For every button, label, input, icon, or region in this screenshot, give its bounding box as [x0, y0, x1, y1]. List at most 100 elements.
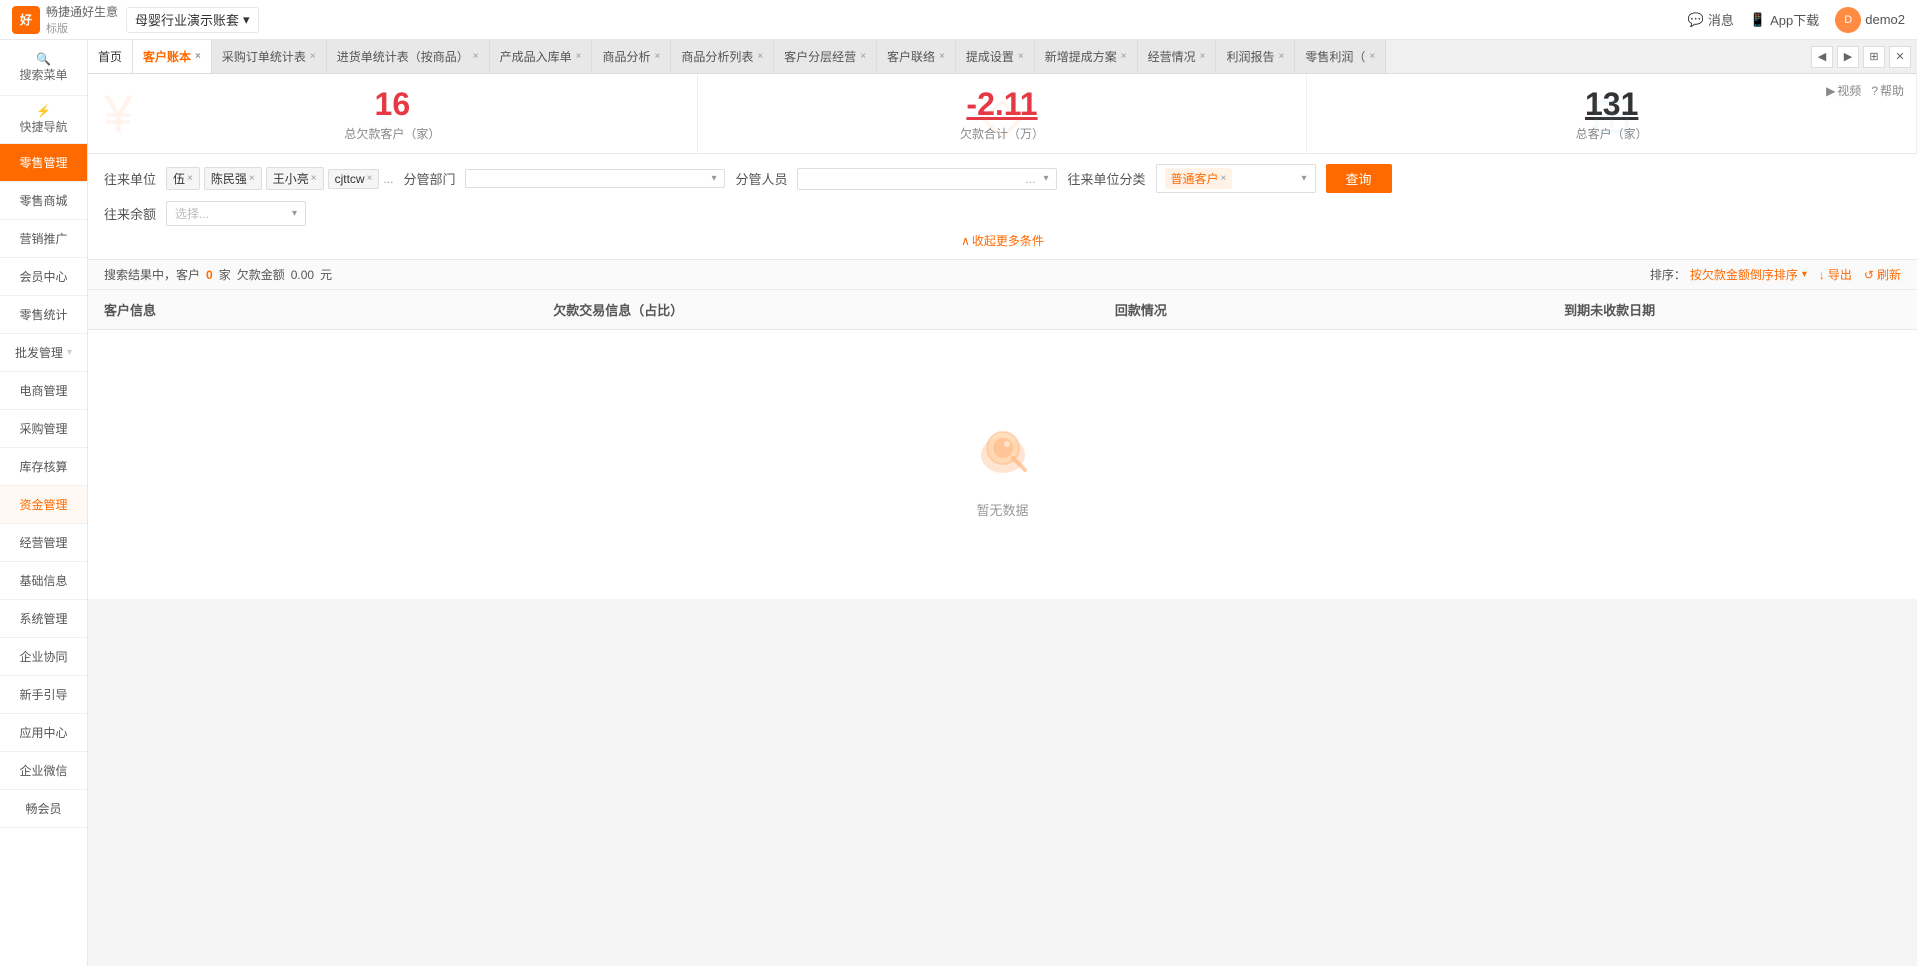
refresh-btn[interactable]: ↺ 刷新 [1864, 266, 1901, 283]
sidebar-item-purchase[interactable]: 采购管理 [0, 410, 87, 448]
tab-goods-analysis-list-close[interactable]: × [757, 51, 763, 62]
tab-goods-analysis[interactable]: 商品分析 × [592, 40, 671, 74]
tab-purchase-order-stat[interactable]: 采购订单统计表 × [212, 40, 327, 74]
tab-profit-report-close[interactable]: × [1278, 51, 1284, 62]
search-prefix: 搜索结果中，客户 [104, 266, 200, 283]
quick-nav-label: 快捷导航 [0, 118, 87, 135]
query-btn[interactable]: 查询 [1326, 164, 1392, 193]
workspace-label: 母婴行业演示账套 [135, 10, 239, 29]
balance-dropdown[interactable]: 选择... ▾ [166, 201, 306, 226]
tab-inbound-stat-close[interactable]: × [473, 51, 479, 62]
tab-customer-segment-close[interactable]: × [860, 51, 866, 62]
tab-goods-analysis-list[interactable]: 商品分析列表 × [671, 40, 774, 74]
stat-debt-amount: ◇ -2.11 欠款合计（万） [698, 74, 1308, 153]
messages-btn[interactable]: 💬 消息 [1688, 10, 1734, 29]
col-debt-header: 欠款交易信息（占比） [553, 300, 1115, 319]
tab-ops-status[interactable]: 经营情况 × [1138, 40, 1217, 74]
sidebar-item-wholesale[interactable]: 批发管理 ▾ [0, 334, 87, 372]
sidebar-item-enterprise[interactable]: 企业协同 [0, 638, 87, 676]
tab-new-promotion-close[interactable]: × [1121, 51, 1127, 62]
tab-customer-contact-close[interactable]: × [939, 51, 945, 62]
tab-customer-segment[interactable]: 客户分层经营 × [774, 40, 877, 74]
more-tags[interactable]: ... [383, 172, 393, 186]
filter-tag-1-remove[interactable]: × [187, 173, 193, 184]
enterprise-label: 企业协同 [0, 648, 87, 665]
tab-inbound-stat[interactable]: 进货单统计表（按商品） × [327, 40, 490, 74]
tab-home[interactable]: 首页 [88, 40, 133, 74]
tab-new-promotion[interactable]: 新增提成方案 × [1035, 40, 1138, 74]
export-btn[interactable]: ↓ 导出 [1819, 266, 1852, 283]
sidebar-item-vip[interactable]: 畅会员 [0, 790, 87, 828]
sidebar-item-newbie[interactable]: 新手引导 [0, 676, 87, 714]
tab-promotion-settings[interactable]: 提成设置 × [956, 40, 1035, 74]
filter-tag-3: 王小亮 × [266, 167, 324, 190]
message-icon: 💬 [1688, 12, 1704, 28]
sidebar-item-member[interactable]: 会员中心 [0, 258, 87, 296]
tab-customer-contact-label: 客户联络 [887, 48, 935, 65]
sidebar-search[interactable]: 🔍 搜索菜单 [0, 40, 87, 96]
tab-product-inbound[interactable]: 产成品入库单 × [490, 40, 593, 74]
tab-profit-report[interactable]: 利润报告 × [1216, 40, 1295, 74]
balance-arrow: ▾ [292, 208, 297, 219]
sidebar-item-ops[interactable]: 经营管理 [0, 524, 87, 562]
unit-class-tag-remove[interactable]: × [1221, 173, 1227, 184]
collapse-btn[interactable]: ∧ 收起更多条件 [961, 232, 1044, 249]
col-repay-header: 回款情况 [1115, 300, 1564, 319]
tab-promotion-settings-close[interactable]: × [1018, 51, 1024, 62]
tab-goods-analysis-close[interactable]: × [654, 51, 660, 62]
tab-close-all[interactable]: ✕ [1889, 46, 1911, 68]
sidebar-item-retail-mall[interactable]: 零售商城 [0, 182, 87, 220]
search-menu-label: 搜索菜单 [6, 66, 81, 83]
help-link[interactable]: ? 帮助 [1871, 82, 1904, 99]
search-count-unit: 家 [219, 266, 231, 283]
workspace-selector[interactable]: 母婴行业演示账套 ▾ [126, 7, 259, 33]
tab-customer-book-close[interactable]: × [195, 51, 201, 62]
tab-expand[interactable]: ⊞ [1863, 46, 1885, 68]
tab-purchase-order-stat-close[interactable]: × [310, 51, 316, 62]
sidebar-item-basic[interactable]: 基础信息 [0, 562, 87, 600]
sidebar-item-marketing[interactable]: 营销推广 [0, 220, 87, 258]
tab-ops-status-close[interactable]: × [1200, 51, 1206, 62]
stats-bar: ¥ 16 总欠款客户（家） ◇ -2.11 欠款合计（万） ⊞ 131 总客户（… [88, 74, 1917, 154]
sidebar-item-retail-mgmt[interactable]: 零售管理 [0, 144, 87, 182]
username-label: demo2 [1865, 12, 1905, 27]
export-icon: ↓ [1819, 268, 1825, 282]
messages-label: 消息 [1708, 10, 1734, 29]
unit-filter-tags: 伍 × 陈民强 × 王小亮 × cjttcw × [166, 167, 393, 190]
unit-class-label: 往来单位分类 [1067, 169, 1145, 188]
tab-home-label: 首页 [98, 48, 122, 65]
unit-class-tag: 普通客户 × [1165, 168, 1233, 189]
content-area: 首页 客户账本 × 采购订单统计表 × 进货单统计表（按商品） × 产成品入库单… [88, 40, 1917, 966]
tab-product-inbound-close[interactable]: × [576, 51, 582, 62]
empty-img [963, 410, 1043, 490]
sidebar-item-inventory[interactable]: 库存核算 [0, 448, 87, 486]
filter-tag-3-remove[interactable]: × [311, 173, 317, 184]
sidebar-item-ecommerce[interactable]: 电商管理 [0, 372, 87, 410]
tab-profit-report-label: 利润报告 [1226, 48, 1274, 65]
tab-retail-profit[interactable]: 零售利润（ × [1295, 40, 1386, 74]
person-arrow: ▾ [1043, 173, 1048, 184]
tab-retail-profit-close[interactable]: × [1369, 51, 1375, 62]
sidebar-item-wecom[interactable]: 企业微信 [0, 752, 87, 790]
tab-customer-contact[interactable]: 客户联络 × [877, 40, 956, 74]
tab-customer-book[interactable]: 客户账本 × [133, 40, 212, 74]
user-area[interactable]: D demo2 [1835, 7, 1905, 33]
person-dropdown[interactable]: ... ▾ [797, 168, 1057, 190]
video-link[interactable]: ▶ 视频 [1826, 82, 1861, 99]
app-download-btn[interactable]: 📱 App下载 [1750, 10, 1819, 29]
tab-scroll-left[interactable]: ◀ [1811, 46, 1833, 68]
sidebar-item-system[interactable]: 系统管理 [0, 600, 87, 638]
logo-texts: 畅捷通好生意 标版 [46, 3, 118, 36]
dept-dropdown[interactable]: ▾ [465, 169, 725, 188]
sidebar-item-retail-stat[interactable]: 零售统计 [0, 296, 87, 334]
sidebar-item-capital[interactable]: 资金管理 [0, 486, 87, 524]
sidebar-quick-nav[interactable]: ⚡ 快捷导航 [0, 96, 87, 144]
filter-row-1: 往来单位 伍 × 陈民强 × 王小亮 × [104, 164, 1901, 193]
filter-tag-4-remove[interactable]: × [367, 173, 373, 184]
tab-goods-analysis-list-label: 商品分析列表 [681, 48, 753, 65]
chevron-up-icon: ∧ [961, 234, 970, 248]
tab-scroll-right[interactable]: ▶ [1837, 46, 1859, 68]
sidebar-item-apps[interactable]: 应用中心 [0, 714, 87, 752]
filter-tag-2-remove[interactable]: × [249, 173, 255, 184]
unit-class-dropdown[interactable]: 普通客户 × ▾ [1156, 164, 1316, 193]
